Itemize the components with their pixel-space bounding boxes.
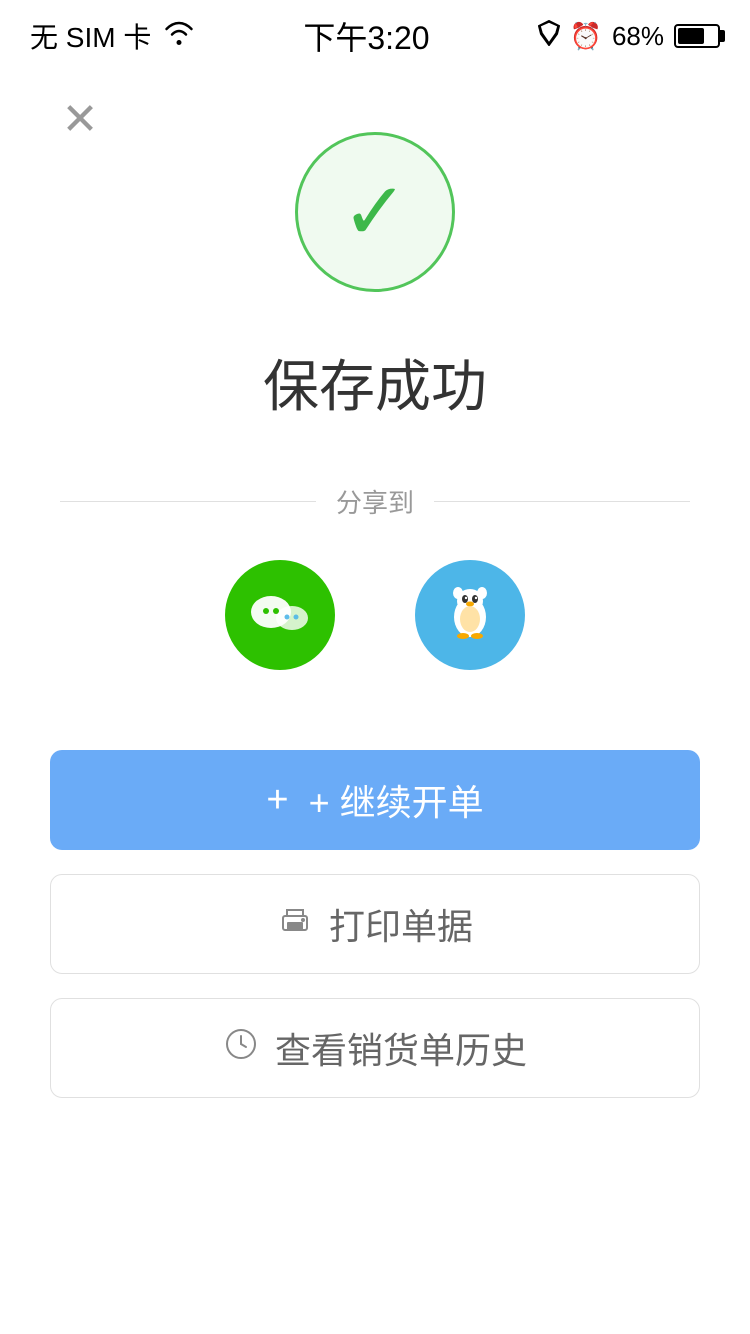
share-icons-container	[225, 560, 525, 670]
divider-line-left	[60, 501, 316, 502]
status-time: 下午3:20	[303, 13, 429, 59]
clock-icon	[223, 1026, 259, 1071]
plus-icon: +	[266, 779, 288, 822]
no-sim-label: 无 SIM 卡	[30, 16, 151, 56]
alarm-icon: ⏰	[570, 21, 602, 52]
history-label: 查看销货单历史	[275, 1022, 527, 1074]
status-bar: 无 SIM 卡 下午3:20 ⏰ 68%	[0, 0, 750, 72]
success-title: 保存成功	[263, 342, 487, 423]
status-left: 无 SIM 卡	[30, 16, 195, 56]
checkmark-icon: ✓	[341, 172, 408, 252]
close-icon: ✕	[62, 98, 99, 142]
print-button[interactable]: 打印单据	[50, 874, 700, 974]
wechat-icon	[245, 580, 315, 650]
action-buttons: + + 继续开单 打印单据 查看销货单历	[0, 750, 750, 1098]
battery-percentage: 68%	[612, 21, 664, 52]
continue-button[interactable]: + + 继续开单	[50, 750, 700, 850]
printer-icon	[277, 902, 313, 947]
print-label: 打印单据	[329, 898, 473, 950]
wechat-share-button[interactable]	[225, 560, 335, 670]
continue-label: + 继续开单	[309, 774, 484, 826]
battery-icon	[674, 24, 720, 48]
main-content: ✓ 保存成功 分享到	[0, 72, 750, 1098]
history-button[interactable]: 查看销货单历史	[50, 998, 700, 1098]
qq-share-button[interactable]	[415, 560, 525, 670]
divider-line-right	[434, 501, 690, 502]
share-divider: 分享到	[0, 483, 750, 520]
wifi-icon	[163, 20, 195, 53]
status-right: ⏰ 68%	[538, 20, 720, 53]
qq-icon	[438, 583, 502, 647]
success-circle: ✓	[295, 132, 455, 292]
location-icon	[538, 20, 560, 53]
share-label: 分享到	[316, 483, 434, 520]
close-button[interactable]: ✕	[50, 90, 110, 150]
